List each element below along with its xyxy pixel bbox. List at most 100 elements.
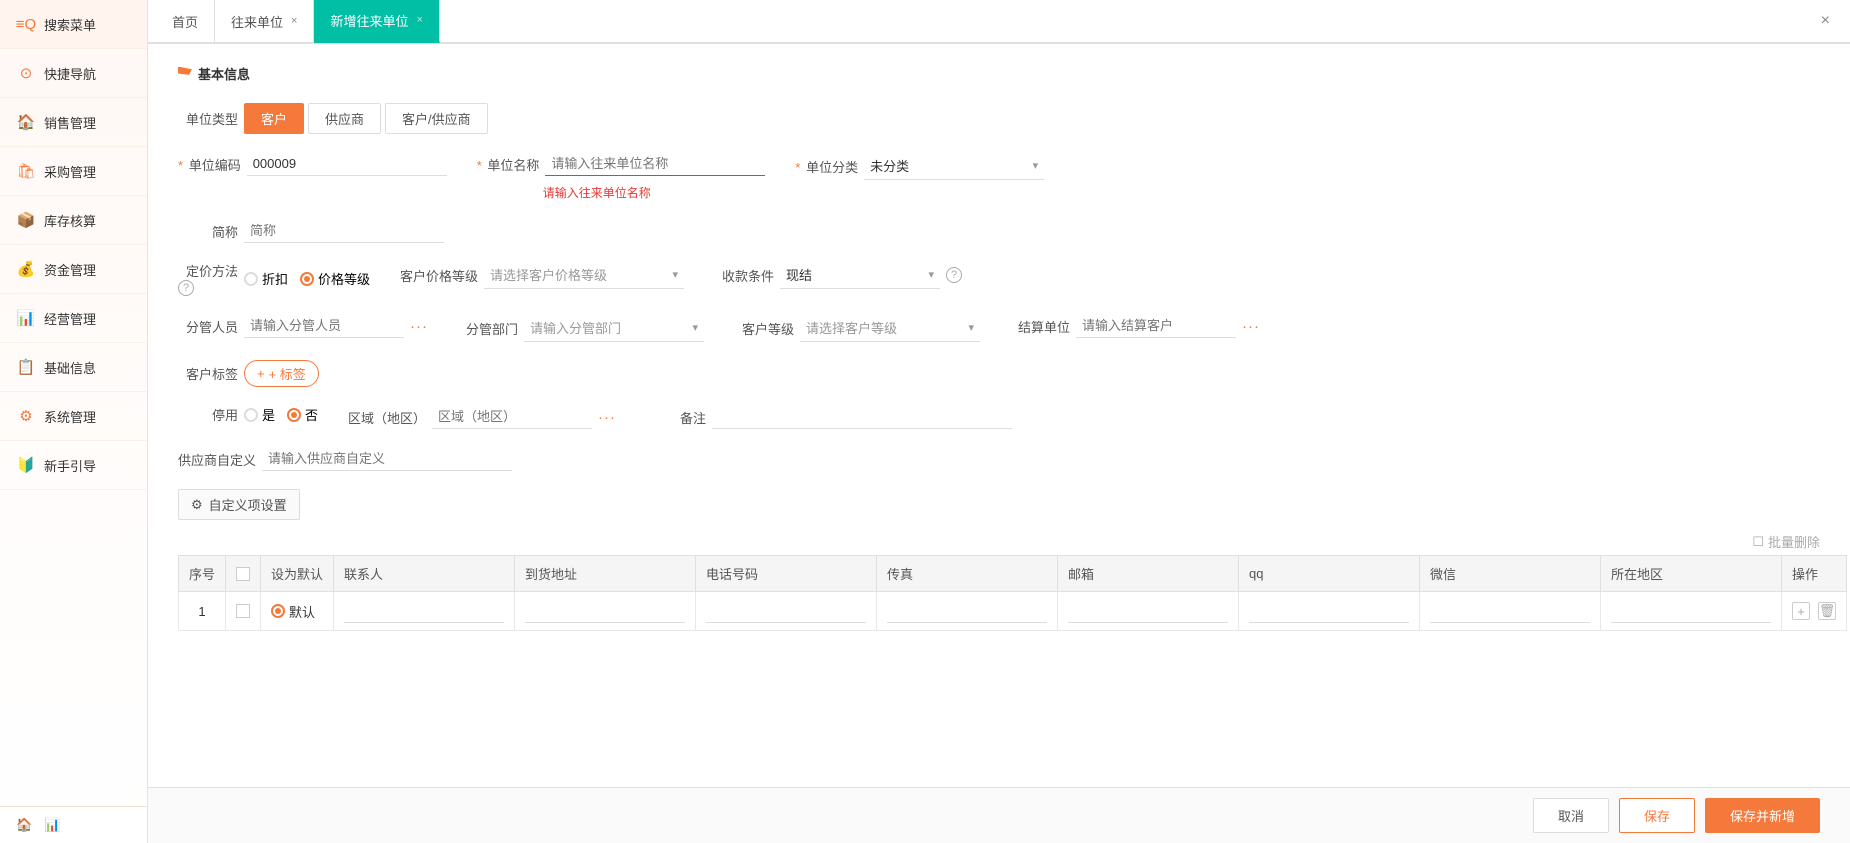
sidebar-home-icon[interactable]: 🏠 xyxy=(16,817,32,833)
sidebar-item-guide[interactable]: 🔰 新手引导 xyxy=(0,441,147,490)
region-dots-btn[interactable]: ··· xyxy=(598,409,616,426)
region-input[interactable] xyxy=(432,405,592,429)
supplier-custom-group: 供应商自定义 xyxy=(178,447,512,471)
short-name-input[interactable] xyxy=(244,219,444,243)
tab-new-contact[interactable]: 新增往来单位 × xyxy=(314,0,439,43)
cell-region xyxy=(1601,592,1782,631)
section-flag-icon xyxy=(178,67,192,81)
customer-tag-label: 客户标签 xyxy=(178,364,238,383)
disabled-no-option[interactable]: 否 xyxy=(287,405,318,424)
manager-input[interactable] xyxy=(244,314,404,338)
settlement-dots-btn[interactable]: ··· xyxy=(1242,318,1260,335)
tab-contacts-close[interactable]: × xyxy=(291,15,297,27)
department-arrow-icon: ▾ xyxy=(692,321,698,334)
unit-type-group: 单位类型 客户 供应商 客户/供应商 xyxy=(178,103,488,134)
customer-price-placeholder: 请选择客户价格等级 xyxy=(490,265,607,284)
manager-row: 分管人员 ··· 分管部门 请输入分管部门 ▾ 客户等级 请选择客户等级 ▾ xyxy=(178,314,1820,342)
cell-address xyxy=(515,592,696,631)
department-select[interactable]: 请输入分管部门 ▾ xyxy=(524,314,704,342)
contact-input[interactable] xyxy=(344,599,504,623)
phone-input[interactable] xyxy=(706,599,866,623)
disabled-yes-radio[interactable] xyxy=(244,408,258,422)
sidebar-item-basicinfo[interactable]: 📋 基础信息 xyxy=(0,343,147,392)
sidebar-stats-icon[interactable]: 📊 xyxy=(44,817,60,833)
unit-type-supplier-btn[interactable]: 供应商 xyxy=(308,103,381,134)
customer-level-select[interactable]: 请选择客户等级 ▾ xyxy=(800,314,980,342)
customer-level-arrow-icon: ▾ xyxy=(968,321,974,334)
unit-code-required: * xyxy=(178,158,183,173)
unit-name-input[interactable] xyxy=(545,152,765,176)
region-input[interactable] xyxy=(1611,599,1771,623)
tab-contacts[interactable]: 往来单位 × xyxy=(215,0,314,43)
pricing-level-label: 价格等级 xyxy=(318,269,370,288)
customer-price-select[interactable]: 请选择客户价格等级 ▾ xyxy=(484,261,684,289)
pricing-method-group: 定价方法 ? 折扣 价格等级 xyxy=(178,261,370,296)
unit-type-customer-btn[interactable]: 客户 xyxy=(244,103,304,134)
unit-type-both-btn[interactable]: 客户/供应商 xyxy=(385,103,488,134)
cell-contact xyxy=(334,592,515,631)
tab-new-contact-close[interactable]: × xyxy=(416,14,422,26)
remarks-group: 备注 xyxy=(646,405,1012,429)
disabled-region-row: 停用 是 否 区域（地区） ··· xyxy=(178,405,1820,429)
payment-terms-help-icon[interactable]: ? xyxy=(946,267,962,283)
short-name-row: 简称 xyxy=(178,219,1820,243)
sidebar-item-quicknav[interactable]: ⊙ 快捷导航 xyxy=(0,49,147,98)
sidebar-item-operations[interactable]: 📊 经营管理 xyxy=(0,294,147,343)
sidebar-item-purchase[interactable]: 🛍 采购管理 xyxy=(0,147,147,196)
remarks-label: 备注 xyxy=(646,408,706,427)
save-button[interactable]: 保存 xyxy=(1619,798,1695,833)
unit-category-select[interactable]: 未分类 ▾ xyxy=(864,152,1044,180)
sidebar-item-sales[interactable]: 🏠 销售管理 xyxy=(0,98,147,147)
manager-dots-btn[interactable]: ··· xyxy=(410,318,428,335)
default-radio-item[interactable]: 默认 xyxy=(271,602,323,621)
sidebar-item-system[interactable]: ⚙ 系统管理 xyxy=(0,392,147,441)
add-row-btn[interactable]: + xyxy=(1792,602,1810,620)
cell-check xyxy=(226,592,261,631)
default-label: 默认 xyxy=(289,602,315,621)
add-tag-btn[interactable]: + + 标签 xyxy=(244,360,319,387)
default-radio[interactable] xyxy=(271,604,285,618)
pricing-discount-option[interactable]: 折扣 xyxy=(244,269,288,288)
save-new-button[interactable]: 保存并新增 xyxy=(1705,798,1820,833)
customer-tag-group: 客户标签 + + 标签 xyxy=(178,360,319,387)
remarks-input[interactable] xyxy=(712,405,1012,429)
fax-input[interactable] xyxy=(887,599,1047,623)
sidebar-item-inventory[interactable]: 📦 库存核算 xyxy=(0,196,147,245)
pricing-level-option[interactable]: 价格等级 xyxy=(300,269,370,288)
disabled-yes-option[interactable]: 是 xyxy=(244,405,275,424)
col-actions: 操作 xyxy=(1782,556,1847,592)
inventory-icon: 📦 xyxy=(16,210,36,230)
cancel-button[interactable]: 取消 xyxy=(1533,798,1609,833)
qq-input[interactable] xyxy=(1249,599,1409,623)
tab-bar-close-all[interactable]: × xyxy=(1809,12,1842,30)
disabled-no-radio[interactable] xyxy=(287,408,301,422)
disabled-group: 停用 是 否 xyxy=(178,405,318,424)
select-all-checkbox[interactable] xyxy=(236,567,250,581)
tab-new-contact-label: 新增往来单位 xyxy=(330,11,408,30)
delete-row-btn[interactable]: 🗑 xyxy=(1818,602,1836,620)
pricing-discount-radio[interactable] xyxy=(244,272,258,286)
sidebar-item-search[interactable]: ≡Q 搜索菜单 xyxy=(0,0,147,49)
pricing-level-radio[interactable] xyxy=(300,272,314,286)
row-checkbox[interactable] xyxy=(236,604,250,618)
email-input[interactable] xyxy=(1068,599,1228,623)
department-group: 分管部门 请输入分管部门 ▾ xyxy=(458,314,704,342)
sidebar-item-label: 资金管理 xyxy=(44,260,96,279)
payment-terms-select[interactable]: 现结 ▾ xyxy=(780,261,940,289)
region-label: 区域（地区） xyxy=(348,408,426,427)
settlement-input[interactable] xyxy=(1076,314,1236,338)
wechat-input[interactable] xyxy=(1430,599,1590,623)
address-input[interactable] xyxy=(525,599,685,623)
unit-code-input[interactable] xyxy=(247,152,447,176)
tab-home[interactable]: 首页 xyxy=(156,0,215,43)
sidebar-item-finance[interactable]: 💰 资金管理 xyxy=(0,245,147,294)
pricing-row: 定价方法 ? 折扣 价格等级 客户价格等级 xyxy=(178,261,1820,296)
unit-name-error: 请输入往来单位名称 xyxy=(543,184,651,201)
supplier-custom-input[interactable] xyxy=(262,447,512,471)
batch-delete-label[interactable]: 批量删除 xyxy=(1768,532,1820,551)
pricing-help-icon[interactable]: ? xyxy=(178,280,194,296)
customer-price-label: 客户价格等级 xyxy=(400,266,478,285)
unit-type-row: 单位类型 客户 供应商 客户/供应商 xyxy=(178,103,1820,134)
custom-settings-btn[interactable]: ⚙ 自定义项设置 xyxy=(178,489,300,520)
table-row: 1 默认 xyxy=(179,592,1847,631)
